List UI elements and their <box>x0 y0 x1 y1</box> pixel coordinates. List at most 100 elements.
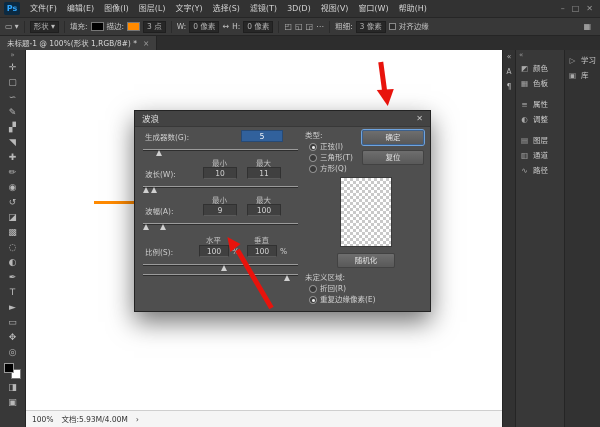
dialog-titlebar[interactable]: 波浪 ✕ <box>135 111 430 127</box>
document-tab[interactable]: 未标题-1 @ 100%(形状 1,RGB/8#) * × <box>0 36 157 50</box>
collapsed-panel-strip: « A ¶ <box>502 50 515 427</box>
height-field[interactable]: 0 像素 <box>243 21 273 33</box>
quick-selection-tool[interactable]: ✎ <box>2 105 24 120</box>
document-area: 波浪 ✕ 生成器数(G): 5 最小 最大 波长(W): 10 11 <box>26 50 502 427</box>
menu-image[interactable]: 图像(I) <box>99 3 134 14</box>
wavelength-slider[interactable] <box>143 185 298 194</box>
radio-repeat-edge-pixels[interactable]: 重复边缘像素(E) <box>309 294 376 305</box>
randomize-button[interactable]: 随机化 <box>337 253 395 268</box>
foreground-color-swatch[interactable] <box>4 363 14 373</box>
radio-triangle[interactable]: 三角形(T) <box>309 152 353 163</box>
brush-tool[interactable]: ✏ <box>2 165 24 180</box>
dock-panel-adjustments[interactable]: ◐ 调整 <box>516 112 564 127</box>
blur-tool[interactable]: ◌ <box>2 240 24 255</box>
more-options-icon[interactable]: ⋯ <box>316 22 324 31</box>
menu-layer[interactable]: 图层(L) <box>134 3 171 14</box>
screen-mode-button[interactable]: ▣ <box>2 395 24 410</box>
ok-button[interactable]: 确定 <box>362 130 424 145</box>
dock-panel-layers[interactable]: ▤ 图层 <box>516 133 564 148</box>
menu-view[interactable]: 视图(V) <box>316 3 354 14</box>
marquee-tool[interactable]: ▢ <box>2 75 24 90</box>
gradient-tool[interactable]: ▩ <box>2 225 24 240</box>
amplitude-max-field[interactable]: 100 <box>247 204 281 216</box>
type-tool[interactable]: T <box>2 285 24 300</box>
panel-label: 学习 <box>581 55 596 66</box>
tool-mode-select[interactable]: 形状 ▾ <box>30 21 59 33</box>
radio-label: 三角形(T) <box>320 152 353 163</box>
maximize-icon[interactable]: □ <box>572 4 580 13</box>
zoom-tool[interactable]: ◎ <box>2 345 24 360</box>
dock-collapse-icon[interactable]: « <box>507 52 512 61</box>
dock-panel-paths[interactable]: ∿ 路径 <box>516 163 564 178</box>
eyedropper-tool[interactable]: ◥ <box>2 135 24 150</box>
workspace-switcher-icon[interactable]: ▦ <box>583 22 591 31</box>
paragraph-panel-icon[interactable]: ¶ <box>507 82 512 91</box>
menu-edit[interactable]: 编辑(E) <box>62 3 99 14</box>
menu-file[interactable]: 文件(F) <box>25 3 62 14</box>
fill-swatch[interactable] <box>91 22 104 31</box>
menu-filter[interactable]: 滤镜(T) <box>245 3 282 14</box>
dock-panel-channels[interactable]: ▥ 通道 <box>516 148 564 163</box>
dock-collapse-icon[interactable]: « <box>516 51 564 61</box>
thickness-field[interactable]: 3 像素 <box>356 21 386 33</box>
tool-preset-picker[interactable]: ▭ ▾ <box>5 22 19 31</box>
width-field[interactable]: 0 像素 <box>189 21 219 33</box>
radio-wrap-around[interactable]: 折回(R) <box>309 283 346 294</box>
dock-panel-color[interactable]: ◩ 颜色 <box>516 61 564 76</box>
panel-label: 色板 <box>533 78 548 89</box>
dialog-close-icon[interactable]: ✕ <box>416 114 423 123</box>
scale-horizontal-slider[interactable] <box>143 263 298 272</box>
canvas[interactable]: 波浪 ✕ 生成器数(G): 5 最小 最大 波长(W): 10 11 <box>26 50 502 410</box>
path-operations-icon[interactable]: ◰ <box>284 22 292 31</box>
menu-help[interactable]: 帮助(H) <box>394 3 432 14</box>
history-brush-tool[interactable]: ↺ <box>2 195 24 210</box>
reset-button[interactable]: 复位 <box>362 150 424 165</box>
clone-stamp-tool[interactable]: ◉ <box>2 180 24 195</box>
toolbox-expand-icon[interactable]: » <box>10 51 14 60</box>
zoom-level[interactable]: 100% <box>32 415 53 424</box>
dock-panel-properties[interactable]: ≡ 属性 <box>516 97 564 112</box>
amplitude-min-field[interactable]: 9 <box>203 204 237 216</box>
menu-3d[interactable]: 3D(D) <box>282 4 316 13</box>
dock-panel-libraries[interactable]: ▣ 库 <box>565 68 600 83</box>
eraser-tool[interactable]: ◪ <box>2 210 24 225</box>
move-tool[interactable]: ✛ <box>2 60 24 75</box>
lasso-tool[interactable]: ∽ <box>2 90 24 105</box>
menu-select[interactable]: 选择(S) <box>208 3 245 14</box>
scale-vertical-slider[interactable] <box>143 273 298 282</box>
crop-tool[interactable]: ▞ <box>2 120 24 135</box>
rectangle-tool[interactable]: ▭ <box>2 315 24 330</box>
healing-brush-tool[interactable]: ✚ <box>2 150 24 165</box>
radio-square[interactable]: 方形(Q) <box>309 163 347 174</box>
path-selection-tool[interactable]: ► <box>2 300 24 315</box>
generators-field[interactable]: 5 <box>241 130 283 142</box>
dodge-tool[interactable]: ◐ <box>2 255 24 270</box>
generators-slider[interactable] <box>143 148 298 157</box>
stroke-swatch[interactable] <box>127 22 140 31</box>
menu-window[interactable]: 窗口(W) <box>353 3 393 14</box>
close-window-icon[interactable]: ✕ <box>586 4 593 13</box>
minimize-icon[interactable]: – <box>561 4 565 13</box>
radio-label: 正弦(I) <box>320 141 343 152</box>
scale-vertical-field[interactable]: 100 <box>247 245 277 257</box>
wavelength-max-field[interactable]: 11 <box>247 167 281 179</box>
radio-sine[interactable]: 正弦(I) <box>309 141 343 152</box>
scale-horizontal-field[interactable]: 100 <box>199 245 229 257</box>
dock-panel-swatches[interactable]: ▦ 色板 <box>516 76 564 91</box>
path-arrangement-icon[interactable]: ◲ <box>306 22 314 31</box>
quick-mask-button[interactable]: ◨ <box>2 380 24 395</box>
wavelength-min-field[interactable]: 10 <box>203 167 237 179</box>
amplitude-slider[interactable] <box>143 222 298 231</box>
pen-tool[interactable]: ✒ <box>2 270 24 285</box>
stroke-width-field[interactable]: 3 点 <box>143 21 166 33</box>
character-panel-icon[interactable]: A <box>506 67 511 76</box>
link-dimensions-icon[interactable]: ↔ <box>222 22 229 31</box>
hand-tool[interactable]: ✥ <box>2 330 24 345</box>
path-alignment-icon[interactable]: ◱ <box>295 22 303 31</box>
tab-close-icon[interactable]: × <box>143 39 149 48</box>
menu-type[interactable]: 文字(Y) <box>170 3 207 14</box>
dock-panel-learn[interactable]: ▷ 学习 <box>565 53 600 68</box>
document-tab-title: 未标题-1 @ 100%(形状 1,RGB/8#) * <box>7 38 137 49</box>
align-edges-checkbox[interactable] <box>389 23 396 30</box>
status-expander-icon[interactable]: › <box>136 415 139 424</box>
